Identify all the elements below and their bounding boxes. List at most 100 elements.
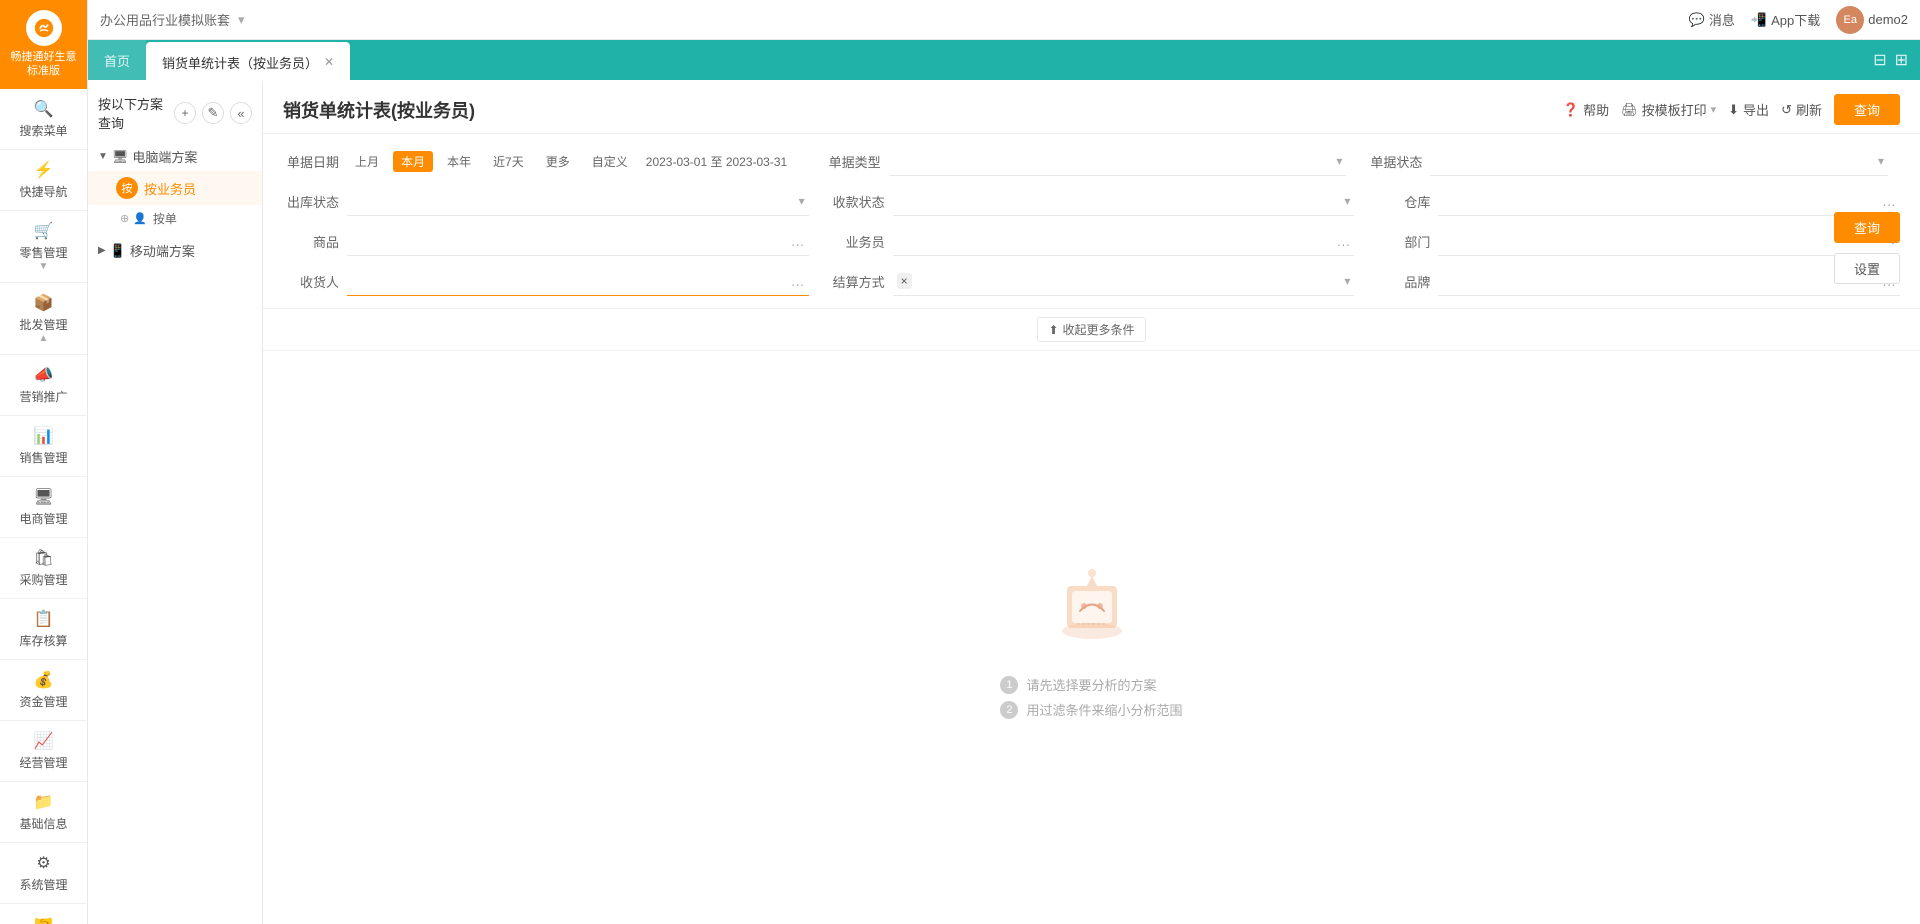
warehouse-dots-icon[interactable]: … xyxy=(1882,193,1896,209)
sidebar-item-system[interactable]: ⚙ 系统管理 xyxy=(0,843,87,904)
goods-label: 商品 xyxy=(283,232,339,251)
setting-button[interactable]: 设置 xyxy=(1834,253,1900,284)
settlement-label: 结算方式 xyxy=(829,272,885,291)
date-btn-this-year[interactable]: 本年 xyxy=(439,151,479,172)
payment-chevron-icon: ▾ xyxy=(1344,194,1350,208)
date-btn-last7[interactable]: 近7天 xyxy=(485,151,532,172)
add-plan-button[interactable]: + xyxy=(174,102,196,124)
consignee-label: 收货人 xyxy=(283,272,339,291)
tab-home[interactable]: 首页 xyxy=(88,40,146,80)
brand-input[interactable]: … xyxy=(1438,266,1900,296)
app-download-label: App下载 xyxy=(1771,10,1820,29)
export-button[interactable]: ⬇ 导出 xyxy=(1728,100,1769,119)
empty-state: 1 请先选择要分析的方案 2 用过滤条件来缩小分析范围 xyxy=(263,351,1920,924)
query-button[interactable]: 查询 xyxy=(1834,94,1900,125)
refresh-button[interactable]: ↺ 刷新 xyxy=(1781,100,1822,119)
pc-group-header[interactable]: ▼ 🖥 电脑端方案 xyxy=(88,142,262,171)
order-type-label: 单据类型 xyxy=(825,152,881,171)
date-btn-more[interactable]: 更多 xyxy=(538,151,578,172)
sidebar-item-enterprise[interactable]: 🤝 企业协同 xyxy=(0,904,87,924)
filter-item-order-status: 单据状态 ▾ xyxy=(1366,146,1888,176)
sidebar-item-label: 库存核算 xyxy=(19,632,67,649)
filter-item-brand: 品牌 … xyxy=(1374,266,1900,296)
print-button[interactable]: 🖨 按模板打印 ▾ xyxy=(1621,100,1716,119)
help-button[interactable]: ❓ 帮助 xyxy=(1563,100,1609,119)
user-name-label: demo2 xyxy=(1868,12,1908,27)
left-panel: 按以下方案查询 + ✎ « ▼ 🖥 电脑端方案 按 按业 xyxy=(88,80,263,924)
sub-plan-icon: ⊕ xyxy=(120,212,129,225)
sidebar-item-wholesale[interactable]: 📦 批发管理 ▲ xyxy=(0,283,87,355)
settlement-select[interactable]: × ▾ xyxy=(893,266,1355,296)
settlement-x-icon[interactable]: × xyxy=(901,274,908,288)
sidebar-item-marketing[interactable]: 📣 营销推广 xyxy=(0,355,87,416)
sidebar-logo[interactable]: 畅捷通好生意 标准版 xyxy=(0,0,87,89)
sidebar-item-search[interactable]: 🔍 搜索菜单 xyxy=(0,89,87,150)
user-nav-item[interactable]: Ea demo2 xyxy=(1836,6,1908,34)
finance-icon: 💰 xyxy=(34,670,54,690)
help-label: 帮助 xyxy=(1583,100,1609,119)
print-label: 按模板打印 xyxy=(1642,100,1707,119)
payment-select[interactable]: ▾ xyxy=(893,186,1355,216)
date-btn-custom[interactable]: 自定义 xyxy=(584,151,636,172)
goods-input[interactable]: … xyxy=(347,226,809,256)
sidebar: 畅捷通好生意 标准版 🔍 搜索菜单 ⚡ 快捷导航 🛒 零售管理 ▼ 📦 批发管理… xyxy=(0,0,88,924)
main-query-button[interactable]: 查询 xyxy=(1834,212,1900,243)
filter-row-4: 收货人 … 结算方式 × ▾ xyxy=(283,266,1900,296)
plan-item-salesperson[interactable]: 按 按业务员 xyxy=(88,171,262,205)
sidebar-item-quick[interactable]: ⚡ 快捷导航 xyxy=(0,150,87,211)
collapse-button[interactable]: ⬆ 收起更多条件 xyxy=(1037,317,1145,342)
sidebar-item-operation[interactable]: 📈 经营管理 xyxy=(0,721,87,782)
consignee-input[interactable]: … xyxy=(347,266,809,296)
avatar: Ea xyxy=(1836,6,1864,34)
top-nav-right: 💬 消息 📲 App下载 Ea demo2 xyxy=(1689,6,1908,34)
tab-maximize-icon[interactable]: ⊞ xyxy=(1895,50,1908,70)
wholesale-arrow-icon: ▲ xyxy=(39,333,49,344)
brand-label: 品牌 xyxy=(1374,272,1430,291)
breadcrumb-dropdown-icon[interactable]: ▾ xyxy=(238,12,245,28)
tab-close-icon[interactable]: ✕ xyxy=(324,55,334,69)
collapse-up-icon: ⬆ xyxy=(1048,323,1058,337)
date-btn-last-month[interactable]: 上月 xyxy=(347,151,387,172)
salesperson-input[interactable]: … xyxy=(893,226,1355,256)
edit-plan-button[interactable]: ✎ xyxy=(202,102,224,124)
date-label: 单据日期 xyxy=(283,152,339,171)
order-type-select[interactable]: ▾ xyxy=(889,146,1347,176)
department-label: 部门 xyxy=(1374,232,1430,251)
consignee-dots-icon[interactable]: … xyxy=(791,273,805,289)
sidebar-item-inventory[interactable]: 📋 库存核算 xyxy=(0,599,87,660)
retail-icon: 🛒 xyxy=(34,221,54,241)
plan-item-label: 按业务员 xyxy=(144,179,196,198)
filter-item-payment: 收款状态 ▾ xyxy=(829,186,1355,216)
sidebar-item-sales[interactable]: 📊 销售管理 xyxy=(0,416,87,477)
app-download-nav-item[interactable]: 📲 App下载 xyxy=(1751,10,1820,29)
side-action-buttons: 查询 设置 xyxy=(1834,212,1900,284)
mobile-group-header[interactable]: ▶ 📱 移动端方案 xyxy=(88,236,262,265)
department-select[interactable]: ▾ xyxy=(1438,226,1900,256)
message-nav-item[interactable]: 💬 消息 xyxy=(1689,10,1735,29)
date-btn-this-month[interactable]: 本月 xyxy=(393,151,433,172)
salesperson-dots-icon[interactable]: … xyxy=(1336,233,1350,249)
top-nav-left: 办公用品行业模拟账套 ▾ xyxy=(100,10,245,29)
sidebar-item-basic[interactable]: 📁 基础信息 xyxy=(0,782,87,843)
settlement-x-tag[interactable]: × xyxy=(897,273,912,289)
date-filter: 上月 本月 本年 近7天 更多 自定义 2023-03-01 至 2023-03… xyxy=(347,151,805,172)
collapse-panel-button[interactable]: « xyxy=(230,102,252,124)
export-icon: ⬇ xyxy=(1728,102,1739,118)
out-status-select[interactable]: ▾ xyxy=(347,186,809,216)
operation-icon: 📈 xyxy=(34,731,54,751)
sidebar-item-finance[interactable]: 💰 资金管理 xyxy=(0,660,87,721)
sub-plan-item[interactable]: ⊕ 👤 按单 xyxy=(88,205,262,232)
sidebar-item-ecommerce[interactable]: 🖥 电商管理 xyxy=(0,477,87,538)
filter-item-out-status: 出库状态 ▾ xyxy=(283,186,809,216)
sidebar-item-purchase[interactable]: 🛍 采购管理 xyxy=(0,538,87,599)
tab-report[interactable]: 销货单统计表（按业务员） ✕ xyxy=(146,42,350,82)
purchase-icon: 🛍 xyxy=(33,548,53,568)
out-status-label: 出库状态 xyxy=(283,192,339,211)
goods-dots-icon[interactable]: … xyxy=(791,233,805,249)
sidebar-item-retail[interactable]: 🛒 零售管理 ▼ xyxy=(0,211,87,283)
search-icon: 🔍 xyxy=(34,99,54,119)
order-status-select[interactable]: ▾ xyxy=(1430,146,1888,176)
tab-minimize-icon[interactable]: ⊟ xyxy=(1873,50,1886,70)
mobile-group-label: 移动端方案 xyxy=(130,241,195,260)
warehouse-select[interactable]: … xyxy=(1438,186,1900,216)
